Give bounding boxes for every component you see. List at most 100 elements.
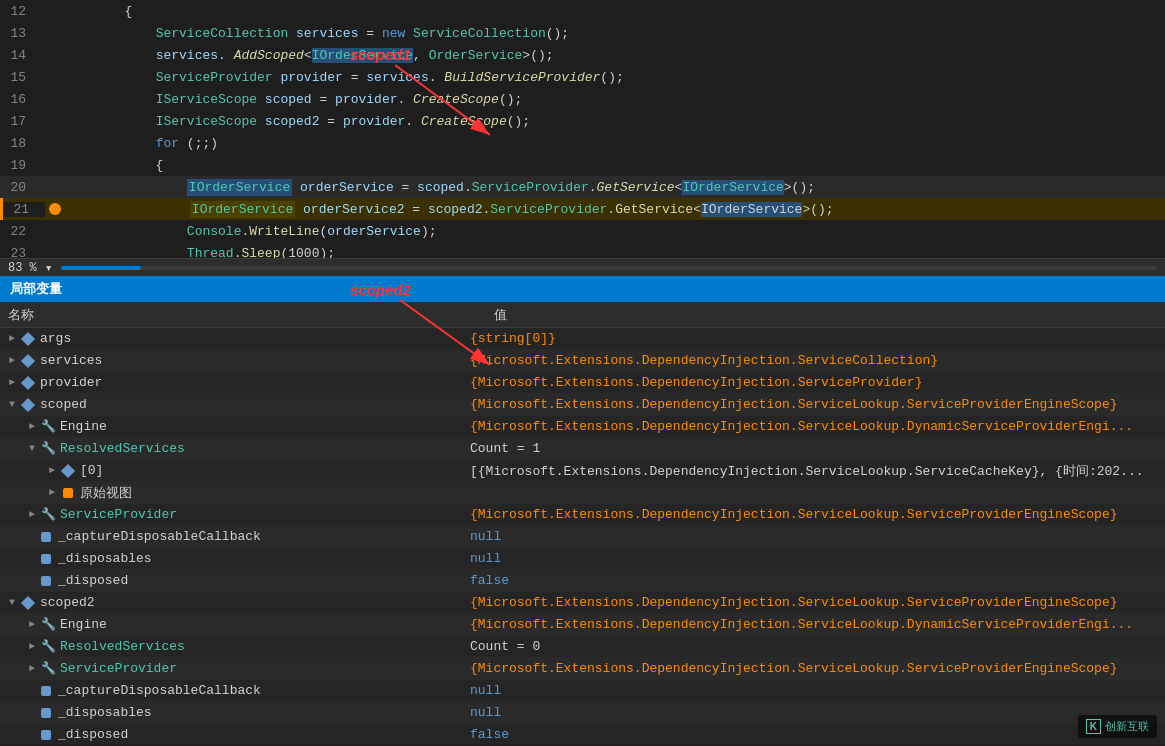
watermark-icon: K [1086, 719, 1101, 734]
code-line-19: 19 { [0, 154, 1165, 176]
row-scoped-disposed[interactable]: _disposed false [0, 570, 1165, 592]
value-scoped2-sp: {Microsoft.Extensions.DependencyInjectio… [470, 661, 1165, 676]
name-raw-view: 原始视图 [80, 484, 132, 502]
icon-s2-disposed [38, 727, 54, 743]
expand-services[interactable]: ► [4, 355, 20, 366]
code-line-17: 17 IServiceScope scoped2 = provider. Cre… [0, 110, 1165, 132]
code-lines: 12 { 13 ServiceCollection services = new… [0, 0, 1165, 258]
name-scoped-resolved: ResolvedServices [60, 441, 185, 456]
row-scoped2-disposables[interactable]: _disposables null [0, 702, 1165, 724]
zoom-dropdown-icon[interactable]: ▾ [45, 260, 53, 276]
row-raw-view[interactable]: ► 原始视图 [0, 482, 1165, 504]
line-content-13: ServiceCollection services = new Service… [62, 26, 1165, 41]
name-scoped2-resolved: ResolvedServices [60, 639, 185, 654]
row-scoped-resolved-0[interactable]: ► [0] [{Microsoft.Extensions.DependencyI… [0, 460, 1165, 482]
line-num-23: 23 [0, 246, 42, 259]
line-content-21: IOrderService orderService2 = scoped2.Se… [65, 202, 1165, 217]
icon-scoped-resolved: 🔧 [40, 441, 56, 457]
name-scoped2: scoped2 [40, 595, 95, 610]
name-disposed: _disposed [58, 573, 128, 588]
name-scoped-sp: ServiceProvider [60, 507, 177, 522]
code-line-21: 21 IOrderService orderService2 = scoped2… [0, 198, 1165, 220]
expand-resolved-0[interactable]: ► [44, 465, 60, 476]
blue-icon-4 [41, 686, 51, 696]
locals-columns: 名称 值 [0, 302, 1165, 328]
icon-s2-capture [38, 683, 54, 699]
line-content-15: ServiceProvider provider = services. Bui… [62, 70, 1165, 85]
expand-scoped2-resolved[interactable]: ► [24, 641, 40, 652]
value-scoped2: {Microsoft.Extensions.DependencyInjectio… [470, 595, 1165, 610]
row-scoped2-capture[interactable]: _captureDisposableCallback null [0, 680, 1165, 702]
value-s2-disposables: null [470, 705, 1165, 720]
line-num-16: 16 [0, 92, 42, 107]
line-content-22: Console.WriteLine(orderService); [62, 224, 1165, 239]
value-disposables: null [470, 551, 1165, 566]
locals-rows[interactable]: ► args {string[0]} ► services [0, 328, 1165, 744]
expand-scoped2-engine[interactable]: ► [24, 619, 40, 630]
name-s2-disposables: _disposables [58, 705, 152, 720]
expand-scoped2-sp[interactable]: ► [24, 663, 40, 674]
row-scoped2[interactable]: ▼ scoped2 {Microsoft.Extensions.Dependen… [0, 592, 1165, 614]
row-scoped-capture[interactable]: _captureDisposableCallback null [0, 526, 1165, 548]
row-args[interactable]: ► args {string[0]} [0, 328, 1165, 350]
row-scoped-disposables[interactable]: _disposables null [0, 548, 1165, 570]
row-scoped2-disposed[interactable]: _disposed false [0, 724, 1165, 744]
name-scoped: scoped [40, 397, 87, 412]
row-scoped-resolved[interactable]: ▼ 🔧 ResolvedServices Count = 1 [0, 438, 1165, 460]
code-line-12: 12 { [0, 0, 1165, 22]
code-line-16: 16 IServiceScope scoped = provider. Crea… [0, 88, 1165, 110]
row-services[interactable]: ► services {Microsoft.Extensions.Depende… [0, 350, 1165, 372]
line-content-14: services. AddScoped<IOrderService, Order… [62, 48, 1165, 63]
line-num-19: 19 [0, 158, 42, 173]
locals-title: 局部变量 [10, 280, 62, 298]
expand-scoped[interactable]: ▼ [4, 399, 20, 410]
row-scoped[interactable]: ▼ scoped {Microsoft.Extensions.Dependenc… [0, 394, 1165, 416]
expand-scoped-resolved[interactable]: ▼ [24, 443, 40, 454]
value-capture: null [470, 529, 1165, 544]
breakpoint-21 [49, 203, 61, 215]
icon-disposed [38, 573, 54, 589]
diamond-icon-4 [21, 397, 35, 411]
value-disposed: false [470, 573, 1165, 588]
row-provider[interactable]: ► provider {Microsoft.Extensions.Depende… [0, 372, 1165, 394]
expand-args[interactable]: ► [4, 333, 20, 344]
row-scoped2-resolved[interactable]: ► 🔧 ResolvedServices Count = 0 [0, 636, 1165, 658]
icon-scoped [20, 397, 36, 413]
gutter-21 [45, 203, 65, 215]
expand-scoped-sp[interactable]: ► [24, 509, 40, 520]
diamond-icon-5 [61, 463, 75, 477]
code-line-14: 14 services. AddScoped<IOrderService, Or… [0, 44, 1165, 66]
name-resolved-0: [0] [80, 463, 103, 478]
code-editor: 12 { 13 ServiceCollection services = new… [0, 0, 1165, 258]
scroll-bar[interactable]: 83 % ▾ [0, 258, 1165, 276]
blue-icon-3 [41, 576, 51, 586]
icon-provider [20, 375, 36, 391]
icon-scoped2-sp: 🔧 [40, 661, 56, 677]
row-scoped-engine[interactable]: ► 🔧 Engine {Microsoft.Extensions.Depende… [0, 416, 1165, 438]
code-line-23: 23 Thread.Sleep(1000); [0, 242, 1165, 258]
row-scoped-sp[interactable]: ► 🔧 ServiceProvider {Microsoft.Extension… [0, 504, 1165, 526]
row-scoped2-sp[interactable]: ► 🔧 ServiceProvider {Microsoft.Extension… [0, 658, 1165, 680]
name-disposables: _disposables [58, 551, 152, 566]
line-content-17: IServiceScope scoped2 = provider. Create… [62, 114, 1165, 129]
diamond-icon-6 [21, 595, 35, 609]
name-provider: provider [40, 375, 102, 390]
name-s2-capture: _captureDisposableCallback [58, 683, 261, 698]
expand-provider[interactable]: ► [4, 377, 20, 388]
expand-scoped2[interactable]: ▼ [4, 597, 20, 608]
watermark: K 创新互联 [1078, 715, 1157, 738]
expand-scoped-engine[interactable]: ► [24, 421, 40, 432]
row-scoped2-engine[interactable]: ► 🔧 Engine {Microsoft.Extensions.Depende… [0, 614, 1165, 636]
blue-icon-2 [41, 554, 51, 564]
code-line-13: 13 ServiceCollection services = new Serv… [0, 22, 1165, 44]
expand-raw[interactable]: ► [44, 487, 60, 498]
value-scoped2-engine: {Microsoft.Extensions.DependencyInjectio… [470, 617, 1165, 632]
icon-disposables [38, 551, 54, 567]
watermark-text: 创新互联 [1105, 719, 1149, 734]
orange-icon [63, 488, 73, 498]
icon-services [20, 353, 36, 369]
name-s2-disposed: _disposed [58, 727, 128, 742]
locals-header: 局部变量 [0, 276, 1165, 302]
code-line-22: 22 Console.WriteLine(orderService); [0, 220, 1165, 242]
line-content-23: Thread.Sleep(1000); [62, 246, 1165, 259]
